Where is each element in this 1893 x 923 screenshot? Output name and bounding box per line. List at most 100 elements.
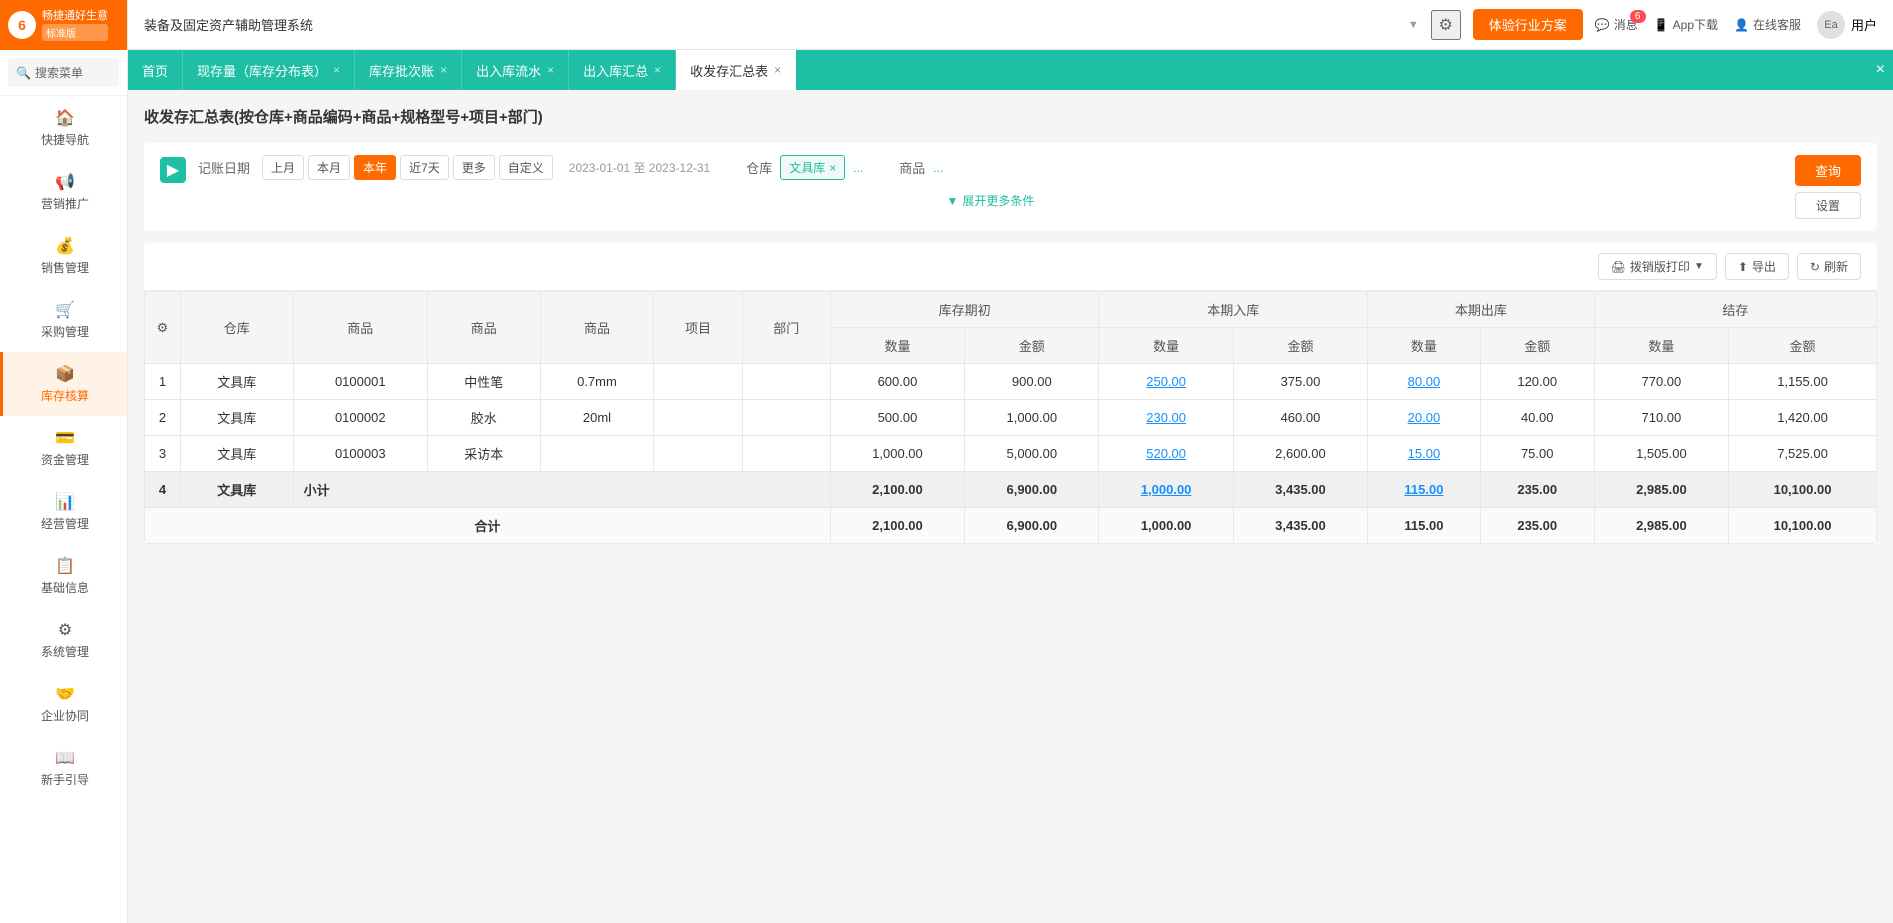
- cell-opening-amt: 900.00: [965, 364, 1099, 400]
- logo-text: 畅捷通好生意 标准版: [42, 9, 108, 41]
- export-button[interactable]: ⬆ 导出: [1725, 253, 1789, 280]
- tabbar-close-all[interactable]: ×: [1876, 61, 1885, 79]
- online-service-label: 在线客服: [1753, 16, 1801, 33]
- sidebar-item-operations[interactable]: 📊 经营管理: [0, 480, 127, 544]
- date-label: 记账日期: [198, 158, 250, 177]
- cell-in-qty[interactable]: 230.00: [1099, 400, 1233, 436]
- cell-warehouse: 文具库: [181, 436, 294, 472]
- tab-io-summary-close[interactable]: ×: [654, 63, 661, 77]
- th-project: 项目: [654, 292, 742, 364]
- cell-in-qty[interactable]: 250.00: [1099, 364, 1233, 400]
- service-icon: 👤: [1734, 18, 1749, 32]
- tab-recv-send-summary[interactable]: 收发存汇总表 ×: [676, 50, 796, 90]
- date-btn-custom[interactable]: 自定义: [499, 155, 553, 180]
- sidebar-item-label: 经营管理: [41, 515, 89, 532]
- cell-closing-amt: 7,525.00: [1729, 436, 1877, 472]
- basic-info-icon: 📋: [55, 556, 75, 576]
- subtotal-out-qty[interactable]: 115.00: [1368, 472, 1481, 508]
- date-btn-prev-month[interactable]: 上月: [262, 155, 304, 180]
- refresh-button[interactable]: ↻ 刷新: [1797, 253, 1861, 280]
- purchase-icon: 🛒: [55, 300, 75, 320]
- table-row: 2 文具库 0100002 胶水 20ml 500.00 1,000.00 23…: [145, 400, 1877, 436]
- system-name: 装备及固定资产辅助管理系统: [144, 15, 1396, 34]
- finance-icon: 💳: [55, 428, 75, 448]
- cell-out-qty[interactable]: 20.00: [1368, 400, 1481, 436]
- print-dropdown-icon: ▼: [1694, 261, 1704, 272]
- th-goods-spec: 商品: [540, 292, 654, 364]
- tab-home[interactable]: 首页: [128, 50, 183, 90]
- total-row: 合计 2,100.00 6,900.00 1,000.00 3,435.00 1…: [145, 508, 1877, 544]
- print-label: 拨销版打印: [1630, 258, 1690, 275]
- tab-inventory-dist[interactable]: 现存量（库存分布表） ×: [183, 50, 355, 90]
- sidebar-item-finance[interactable]: 💳 资金管理: [0, 416, 127, 480]
- sidebar-item-inventory[interactable]: 📦 库存核算: [0, 352, 127, 416]
- date-range: 2023-01-01 至 2023-12-31: [569, 159, 710, 176]
- tab-inventory-dist-close[interactable]: ×: [333, 63, 340, 77]
- table-toolbar: 🖨 拨销版打印 ▼ ⬆ 导出 ↻ 刷新: [144, 243, 1877, 291]
- export-label: 导出: [1752, 258, 1776, 275]
- subtotal-opening-amt: 6,900.00: [965, 472, 1099, 508]
- cell-project: [654, 364, 742, 400]
- goods-more-btn[interactable]: ...: [933, 161, 943, 175]
- filter-actions: 查询 设置: [1795, 155, 1861, 219]
- app-download-button[interactable]: 📱 App下载: [1654, 16, 1718, 33]
- cell-project: [654, 436, 742, 472]
- trial-button[interactable]: 体验行业方案: [1473, 9, 1583, 40]
- th-closing-amt: 金额: [1729, 328, 1877, 364]
- th-opening-group: 库存期初: [830, 292, 1099, 328]
- filter-toggle-button[interactable]: ▶: [160, 157, 186, 183]
- tab-io-summary[interactable]: 出入库汇总 ×: [569, 50, 676, 90]
- sidebar-item-purchase[interactable]: 🛒 采购管理: [0, 288, 127, 352]
- cell-out-qty[interactable]: 80.00: [1368, 364, 1481, 400]
- date-btn-this-year[interactable]: 本年: [354, 155, 396, 180]
- tab-recv-send-summary-label: 收发存汇总表: [690, 61, 768, 80]
- date-btn-this-month[interactable]: 本月: [308, 155, 350, 180]
- total-closing-qty: 2,985.00: [1594, 508, 1728, 544]
- cell-out-amt: 75.00: [1480, 436, 1594, 472]
- sidebar-search-button[interactable]: 🔍 搜索菜单: [8, 58, 119, 87]
- sidebar-item-guide[interactable]: 📖 新手引导: [0, 736, 127, 800]
- toolbar-right: 🖨 拨销版打印 ▼ ⬆ 导出 ↻ 刷新: [1598, 253, 1861, 280]
- print-button[interactable]: 🖨 拨销版打印 ▼: [1598, 253, 1717, 280]
- avatar: Ea: [1817, 11, 1845, 39]
- date-btn-7days[interactable]: 近7天: [400, 155, 449, 180]
- user-menu[interactable]: Ea 用户: [1817, 11, 1877, 39]
- tab-io-flow-label: 出入库流水: [476, 61, 541, 80]
- expand-icon: ▼: [947, 194, 959, 208]
- th-closing-qty: 数量: [1594, 328, 1728, 364]
- sidebar-item-sales[interactable]: 💰 销售管理: [0, 224, 127, 288]
- cell-goods-code: 0100003: [293, 436, 427, 472]
- tab-io-flow[interactable]: 出入库流水 ×: [462, 50, 569, 90]
- cell-in-qty[interactable]: 520.00: [1099, 436, 1233, 472]
- warehouse-tag-close[interactable]: ×: [829, 161, 836, 175]
- message-button[interactable]: 💬 消息 6: [1595, 16, 1638, 33]
- tab-batch-accounts-close[interactable]: ×: [440, 63, 447, 77]
- sidebar-item-quick-nav[interactable]: 🏠 快捷导航: [0, 96, 127, 160]
- online-service-button[interactable]: 👤 在线客服: [1734, 16, 1801, 33]
- sidebar-item-marketing[interactable]: 📢 营销推广: [0, 160, 127, 224]
- subtotal-in-qty[interactable]: 1,000.00: [1099, 472, 1233, 508]
- filter-expand-btn[interactable]: ▼ 展开更多条件: [198, 188, 1783, 213]
- filter-settings-button[interactable]: 设置: [1795, 192, 1861, 219]
- cell-out-qty[interactable]: 15.00: [1368, 436, 1481, 472]
- filter-fields: 记账日期 上月 本月 本年 近7天 更多 自定义 2023-01-01 至 20…: [198, 155, 1783, 213]
- message-icon: 💬: [1595, 18, 1610, 32]
- tab-batch-accounts[interactable]: 库存批次账 ×: [355, 50, 462, 90]
- sidebar-item-label: 销售管理: [41, 259, 89, 276]
- cell-opening-amt: 5,000.00: [965, 436, 1099, 472]
- tab-io-flow-close[interactable]: ×: [547, 63, 554, 77]
- query-button[interactable]: 查询: [1795, 155, 1861, 186]
- sidebar-item-enterprise[interactable]: 🤝 企业协同: [0, 672, 127, 736]
- sidebar-item-basic-info[interactable]: 📋 基础信息: [0, 544, 127, 608]
- cell-opening-qty: 600.00: [830, 364, 964, 400]
- tab-recv-send-summary-close[interactable]: ×: [774, 63, 781, 77]
- date-btn-more[interactable]: 更多: [453, 155, 495, 180]
- th-in-group: 本期入库: [1099, 292, 1368, 328]
- cell-goods-spec: 20ml: [540, 400, 654, 436]
- th-closing-group: 结存: [1594, 292, 1876, 328]
- date-buttons: 上月 本月 本年 近7天 更多 自定义: [262, 155, 553, 180]
- warehouse-more-btn[interactable]: ...: [853, 161, 863, 175]
- settings-button[interactable]: ⚙: [1431, 10, 1461, 40]
- sidebar-item-system[interactable]: ⚙ 系统管理: [0, 608, 127, 672]
- cell-no: 2: [145, 400, 181, 436]
